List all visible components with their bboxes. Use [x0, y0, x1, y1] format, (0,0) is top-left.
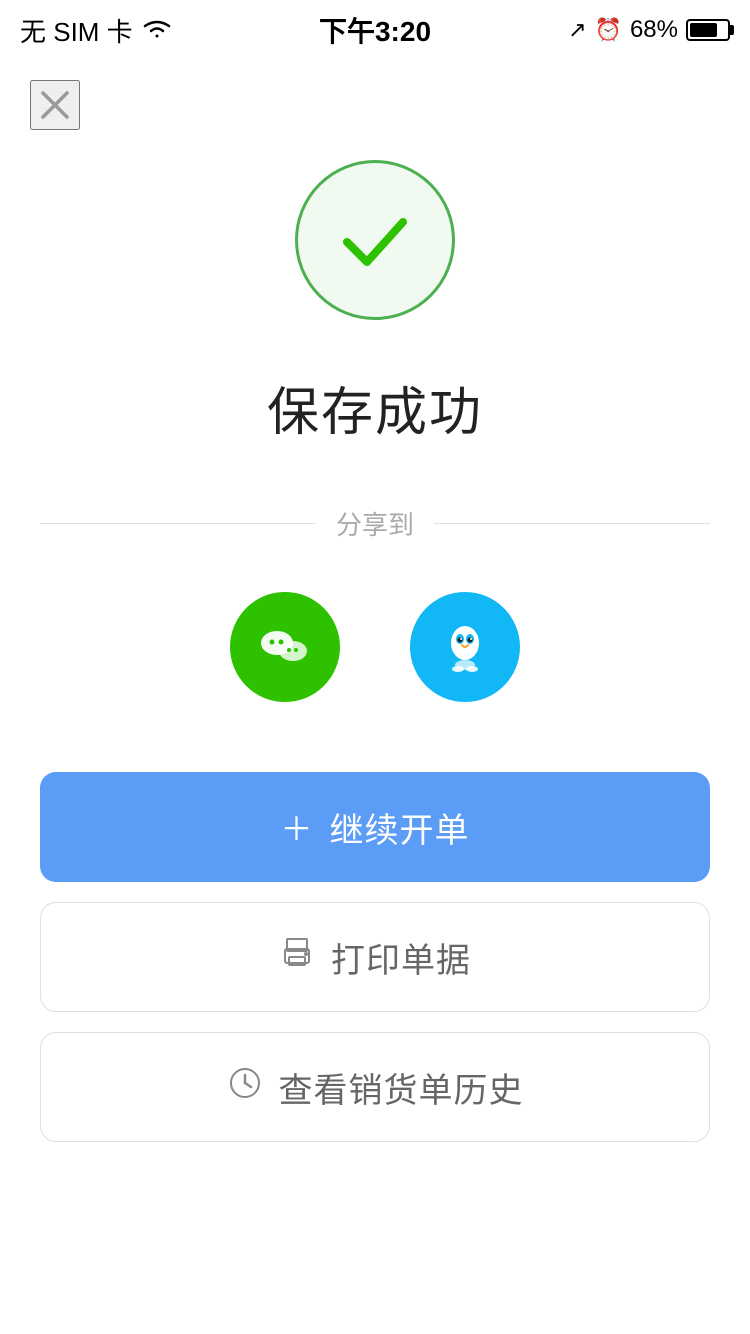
- history-icon: [227, 1065, 263, 1109]
- share-icons: [40, 592, 710, 702]
- qq-icon: [433, 615, 497, 679]
- battery-text: 68%: [630, 16, 678, 44]
- status-bar: 无 SIM 卡 下午3:20 ↗ ⏰ 68%: [0, 0, 750, 60]
- print-button[interactable]: 打印单据: [40, 902, 710, 1012]
- share-qq-button[interactable]: [410, 592, 520, 702]
- status-right: ↗ ⏰ 68%: [568, 16, 730, 44]
- continue-order-button[interactable]: ＋ 继续开单: [40, 772, 710, 882]
- clock-icon: [227, 1065, 263, 1101]
- battery-icon: [686, 19, 730, 41]
- checkmark-icon: [335, 200, 415, 280]
- share-label: 分享到: [336, 505, 414, 542]
- success-circle: [295, 160, 455, 320]
- close-icon: [37, 87, 73, 123]
- alarm-icon: ⏰: [595, 17, 622, 43]
- status-time: 下午3:20: [319, 10, 431, 50]
- history-label: 查看销货单历史: [279, 1063, 524, 1112]
- share-wechat-button[interactable]: [230, 592, 340, 702]
- status-left: 无 SIM 卡: [20, 12, 173, 49]
- close-button[interactable]: [30, 80, 80, 130]
- wifi-icon: [141, 19, 173, 41]
- carrier-text: 无 SIM 卡: [20, 12, 133, 49]
- main-content: 保存成功 分享到: [0, 60, 750, 1142]
- print-label: 打印单据: [331, 933, 471, 982]
- location-icon: ↗: [568, 17, 586, 43]
- wechat-icon: [253, 615, 317, 679]
- continue-label: 继续开单: [330, 803, 470, 852]
- share-divider: 分享到: [40, 505, 710, 542]
- action-buttons: ＋ 继续开单 打印单据 查看销货单历史: [40, 772, 710, 1142]
- battery-fill: [690, 23, 717, 37]
- printer-icon: [279, 935, 315, 971]
- success-title: 保存成功: [267, 370, 483, 445]
- continue-icon: ＋: [280, 804, 313, 850]
- print-icon: [279, 935, 315, 979]
- share-section: 分享到: [40, 505, 710, 702]
- history-button[interactable]: 查看销货单历史: [40, 1032, 710, 1142]
